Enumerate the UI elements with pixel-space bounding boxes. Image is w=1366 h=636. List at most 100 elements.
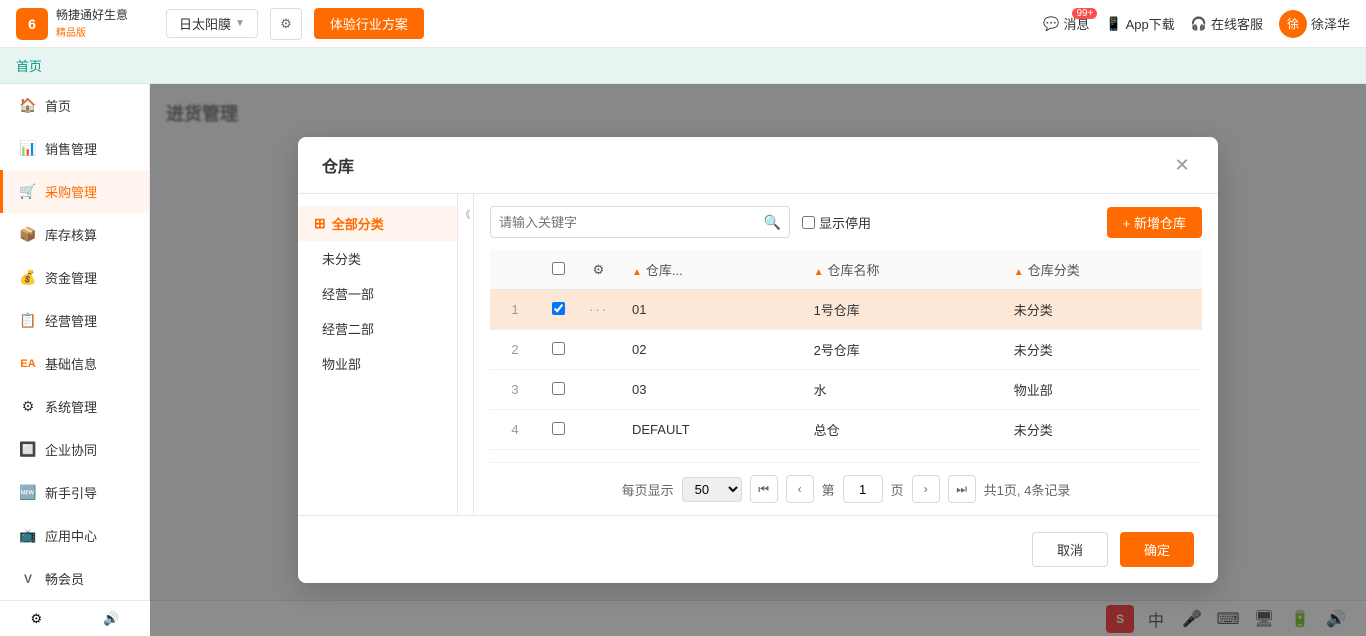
sort-icon-code: ▲ [632, 267, 642, 278]
home-icon: 🏠 [19, 97, 37, 115]
sidebar-item-operation[interactable]: 📋 经营管理 [0, 299, 149, 342]
sidebar-item-apps[interactable]: 📺 应用中心 [0, 514, 149, 557]
select-all-checkbox[interactable] [552, 262, 565, 275]
company-name: 日太阳膜 [179, 14, 231, 33]
row-code: 01 [620, 290, 802, 330]
guide-icon: 🆕 [19, 484, 37, 502]
grid-icon: ⊞ [314, 215, 326, 232]
page-prev-button[interactable]: ‹ [786, 475, 814, 503]
user-name: 徐泽华 [1311, 14, 1350, 33]
table-row[interactable]: 2 02 2号仓库 未分类 [490, 330, 1202, 370]
enterprise-icon: 🔲 [19, 441, 37, 459]
modal-body: ⊞ 全部分类 未分类 经营一部 经营二部 物业部 《 [298, 194, 1218, 515]
logo-icon: 6 [16, 8, 48, 40]
settings-button[interactable]: ⚙ [270, 8, 302, 40]
col-header-name: ▲仓库名称 [802, 250, 1002, 290]
trial-button[interactable]: 体验行业方案 [314, 8, 424, 39]
sidebar-item-finance[interactable]: 💰 资金管理 [0, 256, 149, 299]
message-button[interactable]: 💬 消息 99+ [1043, 14, 1089, 33]
logo-text-area: 畅捷通好生意 精品版 [56, 8, 128, 39]
table-panel: 🔍 显示停用 + 新增仓库 [474, 194, 1218, 515]
cancel-button[interactable]: 取消 [1032, 532, 1108, 567]
sidebar-label-enterprise: 企业协同 [45, 440, 97, 459]
table-row[interactable]: 1 ··· 01 1号仓库 未分类 [490, 290, 1202, 330]
sidebar: 🏠 首页 📊 销售管理 🛒 采购管理 📦 库存核算 💰 资金管理 📋 经营管理 … [0, 84, 150, 636]
apps-icon: 📺 [19, 527, 37, 545]
page-next-button[interactable]: › [912, 475, 940, 503]
row-checkbox[interactable] [552, 302, 565, 315]
search-input[interactable] [499, 215, 764, 230]
user-profile[interactable]: 徐 徐泽华 [1279, 10, 1350, 38]
sidebar-item-basic[interactable]: EA 基础信息 [0, 342, 149, 385]
modal-close-button[interactable]: ✕ [1170, 153, 1194, 177]
row-code: DEFAULT [620, 410, 802, 450]
service-button[interactable]: 🎧 在线客服 [1191, 14, 1263, 33]
search-box: 🔍 [490, 206, 790, 238]
logo-area: 6 畅捷通好生意 精品版 [16, 8, 166, 40]
page-first-button[interactable]: ⏮ [750, 475, 778, 503]
category-collapse-button[interactable]: 《 [458, 194, 474, 515]
table-row[interactable]: 4 DEFAULT 总仓 未分类 [490, 410, 1202, 450]
sidebar-item-inventory[interactable]: 📦 库存核算 [0, 213, 149, 256]
operation-icon: 📋 [19, 312, 37, 330]
add-warehouse-button[interactable]: + 新增仓库 [1107, 207, 1202, 238]
row-checkbox[interactable] [552, 422, 565, 435]
logo-sub: 精品版 [56, 24, 128, 39]
show-disabled-toggle[interactable] [802, 216, 815, 229]
sidebar-item-system[interactable]: ⚙ 系统管理 [0, 385, 149, 428]
sidebar-item-purchase[interactable]: 🛒 采购管理 [0, 170, 149, 213]
row-name: 2号仓库 [802, 330, 1002, 370]
sort-icon-name: ▲ [814, 267, 824, 278]
category-panel: ⊞ 全部分类 未分类 经营一部 经营二部 物业部 [298, 194, 458, 515]
col-settings-icon: ⚙ [593, 262, 605, 277]
purchase-icon: 🛒 [19, 183, 37, 201]
header-middle: 日太阳膜 ▼ ⚙ 体验行业方案 [166, 8, 1043, 40]
sidebar-settings-icon[interactable]: ⚙ [31, 611, 43, 627]
message-icon: 💬 [1043, 16, 1059, 32]
table-row[interactable]: 3 03 水 物业部 [490, 370, 1202, 410]
page-number-input[interactable] [843, 475, 883, 503]
company-selector[interactable]: 日太阳膜 ▼ [166, 9, 258, 38]
page-unit: 页 [891, 480, 904, 499]
pagination: 每页显示 50 20 100 ⏮ ‹ 第 页 › [490, 462, 1202, 503]
total-info: 共1页, 4条记录 [984, 480, 1071, 499]
app-label: App下载 [1126, 14, 1175, 33]
sidebar-item-sales[interactable]: 📊 销售管理 [0, 127, 149, 170]
sidebar-label-apps: 应用中心 [45, 526, 97, 545]
category-unclassified[interactable]: 未分类 [298, 241, 457, 276]
row-code: 02 [620, 330, 802, 370]
sort-icon-category: ▲ [1014, 267, 1024, 278]
show-disabled-checkbox[interactable]: 显示停用 [802, 213, 871, 232]
member-icon: V [19, 570, 37, 588]
search-icon[interactable]: 🔍 [764, 214, 781, 231]
sidebar-audio-icon[interactable]: 🔊 [103, 611, 119, 627]
category-property[interactable]: 物业部 [298, 346, 457, 381]
row-more-button[interactable]: ··· [589, 302, 608, 317]
modal-footer: 取消 确定 [298, 515, 1218, 583]
sub-header: 首页 [0, 48, 1366, 84]
per-page-select[interactable]: 50 20 100 [682, 477, 742, 502]
system-icon: ⚙ [19, 398, 37, 416]
sidebar-item-home[interactable]: 🏠 首页 [0, 84, 149, 127]
content-area: 进货管理 仓库 ✕ ⊞ 全部分类 未分类 [150, 84, 1366, 636]
sidebar-item-guide[interactable]: 🆕 新手引导 [0, 471, 149, 514]
category-dept2[interactable]: 经营二部 [298, 311, 457, 346]
row-checkbox[interactable] [552, 342, 565, 355]
row-checkbox[interactable] [552, 382, 565, 395]
table-header-row: ⚙ ▲仓库... ▲仓库名称 ▲仓库分类 [490, 250, 1202, 290]
page-last-button[interactable]: ⏭ [948, 475, 976, 503]
category-dept1[interactable]: 经营一部 [298, 276, 457, 311]
sidebar-item-enterprise[interactable]: 🔲 企业协同 [0, 428, 149, 471]
sidebar-label-purchase: 采购管理 [45, 182, 97, 201]
show-disabled-label: 显示停用 [819, 213, 871, 232]
col-header-checkbox [540, 250, 577, 290]
row-settings-cell [577, 330, 620, 370]
confirm-button[interactable]: 确定 [1120, 532, 1194, 567]
sidebar-item-member[interactable]: V 畅会员 [0, 557, 149, 600]
row-no: 1 [490, 290, 540, 330]
app-download-button[interactable]: 📱 App下载 [1105, 14, 1174, 33]
category-all[interactable]: ⊞ 全部分类 [298, 206, 457, 241]
page-label: 第 [822, 480, 835, 499]
breadcrumb-home[interactable]: 首页 [16, 56, 42, 75]
sidebar-label-home: 首页 [45, 96, 71, 115]
